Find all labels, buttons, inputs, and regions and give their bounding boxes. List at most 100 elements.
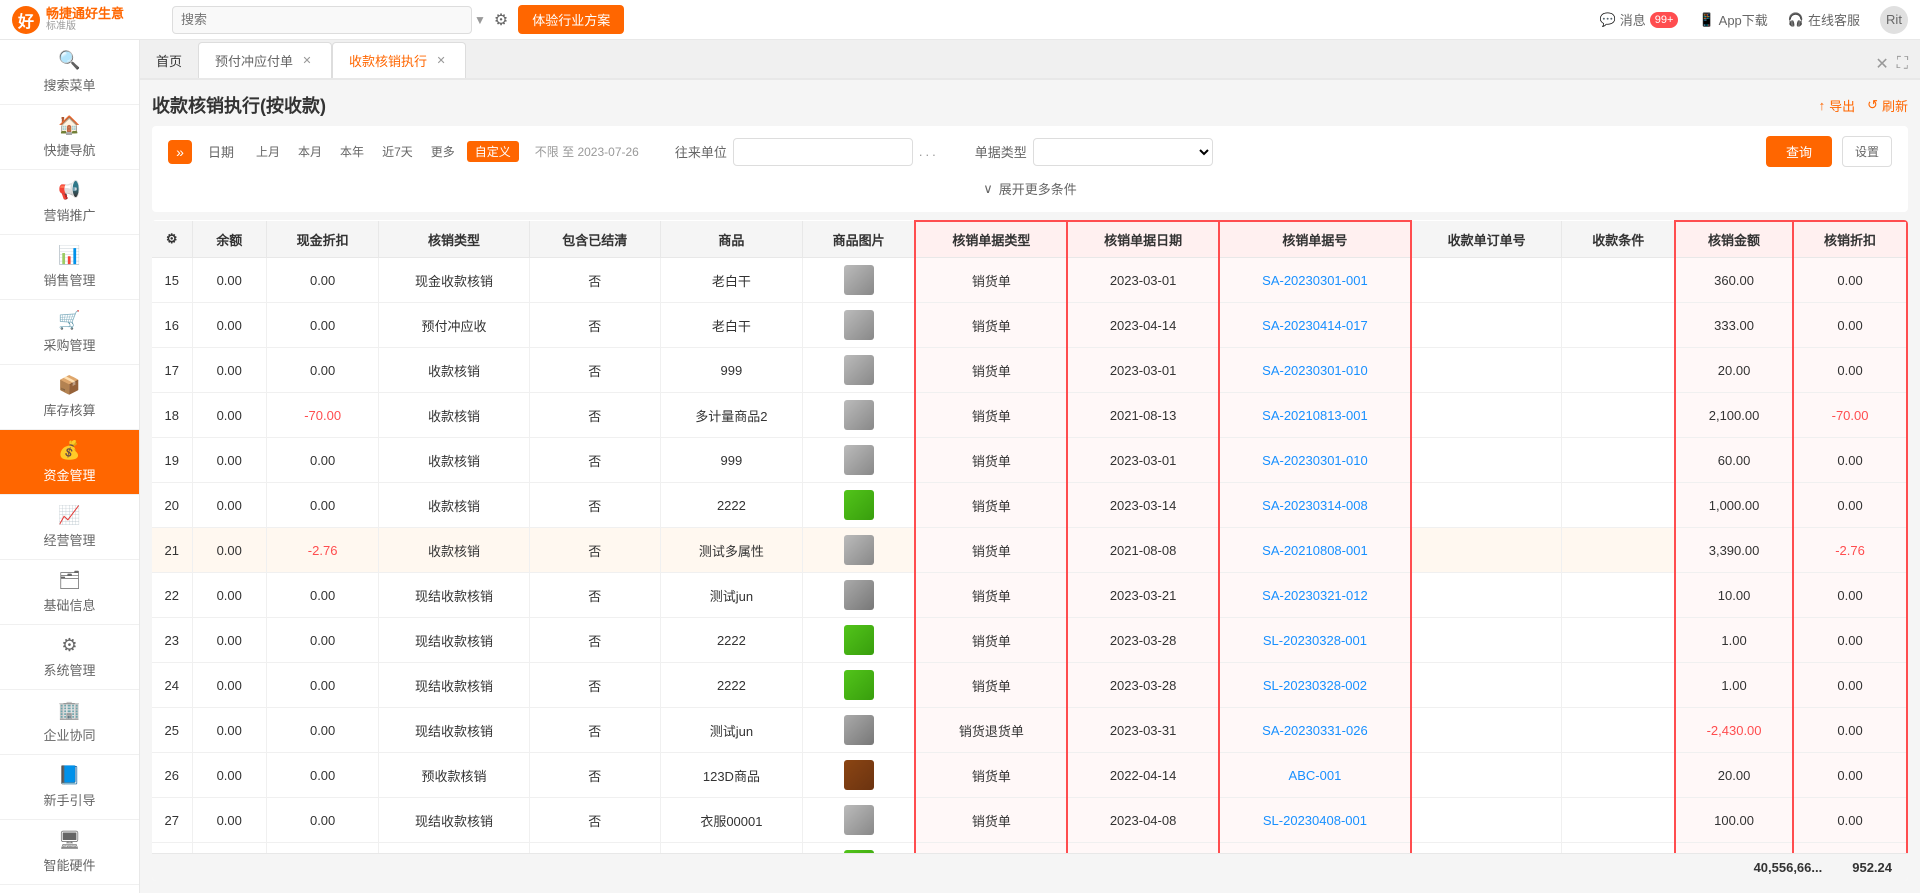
inventory-icon: 📦 bbox=[58, 375, 80, 396]
data-table: ⚙ 余额 现金折扣 核销类型 包含已结清 商品 商品图片 核销单据类型 核销单据… bbox=[152, 220, 1908, 853]
search-dropdown-icon[interactable]: ▼ bbox=[474, 13, 486, 27]
query-button[interactable]: 查询 bbox=[1766, 136, 1832, 167]
tab-collection[interactable]: 收款核销执行 ✕ bbox=[332, 42, 466, 78]
cell-cancel-bill-no[interactable]: SA-20230414-017 bbox=[1219, 303, 1411, 348]
cancel-bill-no-link[interactable]: SL-20230328-002 bbox=[1263, 678, 1367, 693]
cell-id: 20 bbox=[152, 483, 192, 528]
expand-more-row[interactable]: ∨ 展开更多条件 bbox=[168, 175, 1892, 202]
cell-receipt-condition bbox=[1562, 708, 1675, 753]
sidebar-item-sales[interactable]: 📊 销售管理 bbox=[0, 235, 139, 300]
app-icon: 📱 bbox=[1698, 12, 1714, 28]
cell-cancel-bill-no[interactable]: SA-20230301-010 bbox=[1219, 348, 1411, 393]
date-7days-btn[interactable]: 近7天 bbox=[376, 141, 419, 162]
cell-id: 15 bbox=[152, 258, 192, 303]
cell-cancel-type: 收款核销 bbox=[379, 348, 529, 393]
cell-balance: 0.00 bbox=[192, 348, 266, 393]
cell-include-cleared: 否 bbox=[529, 528, 660, 573]
cancel-bill-no-link[interactable]: SL-20230408-001 bbox=[1263, 813, 1367, 828]
cell-cancel-discount: 0.00 bbox=[1793, 348, 1907, 393]
cancel-bill-no-link[interactable]: SL-20230328-001 bbox=[1263, 633, 1367, 648]
tab-home[interactable]: 首页 bbox=[140, 42, 198, 78]
date-last-month-btn[interactable]: 上月 bbox=[250, 141, 286, 162]
sidebar-item-purchase[interactable]: 🛒 采购管理 bbox=[0, 300, 139, 365]
sidebar-item-ops[interactable]: 📈 经营管理 bbox=[0, 495, 139, 560]
user-avatar[interactable]: Rit bbox=[1880, 6, 1908, 34]
receipt-type-select[interactable] bbox=[1033, 138, 1213, 166]
cell-cancel-bill-no[interactable]: SA-20210808-001 bbox=[1219, 528, 1411, 573]
from-unit-input[interactable] bbox=[733, 138, 913, 166]
tab-maximize-action[interactable]: ⛶ bbox=[1897, 55, 1908, 73]
cancel-bill-no-link[interactable]: SA-20230314-008 bbox=[1262, 498, 1368, 513]
cell-cancel-bill-no[interactable]: SA-20230301-001 bbox=[1219, 258, 1411, 303]
cell-cancel-bill-date: 2023-04-08 bbox=[1067, 798, 1219, 843]
export-button[interactable]: ↑ 导出 bbox=[1819, 96, 1856, 115]
cancel-bill-no-link[interactable]: SA-20230414-017 bbox=[1262, 318, 1368, 333]
cell-receipt-condition bbox=[1562, 573, 1675, 618]
sidebar-item-corp[interactable]: 🏢 企业协同 bbox=[0, 690, 139, 755]
date-this-month-btn[interactable]: 本月 bbox=[292, 141, 328, 162]
settings-icon[interactable]: ⚙ bbox=[494, 10, 508, 30]
sidebar-item-hardware[interactable]: 🖥 智能硬件 bbox=[0, 820, 139, 885]
cancel-bill-no-link[interactable]: ABC-001 bbox=[1289, 768, 1342, 783]
cell-cancel-bill-no[interactable]: SA-20230321-012 bbox=[1219, 573, 1411, 618]
search-input[interactable] bbox=[172, 6, 472, 34]
cell-cancel-bill-no[interactable]: SL-20230328-002 bbox=[1219, 663, 1411, 708]
cell-cancel-bill-no[interactable]: SA-20210813-001 bbox=[1219, 393, 1411, 438]
cell-receipt-order-no bbox=[1411, 753, 1562, 798]
date-custom-btn[interactable]: 自定义 bbox=[467, 141, 519, 162]
cell-cancel-bill-no[interactable]: SA-20230314-008 bbox=[1219, 483, 1411, 528]
filter-expand-button[interactable]: » bbox=[168, 140, 192, 164]
cell-product-image bbox=[802, 663, 915, 708]
date-more-btn[interactable]: 更多 bbox=[425, 141, 461, 162]
sidebar-item-inventory[interactable]: 📦 库存核算 bbox=[0, 365, 139, 430]
cancel-bill-no-link[interactable]: SA-20210813-001 bbox=[1262, 408, 1368, 423]
cell-cash-discount: 0.00 bbox=[266, 573, 378, 618]
sidebar-item-wechat[interactable]: 💬 企业微信 bbox=[0, 885, 139, 893]
sidebar-item-newbie[interactable]: 📘 新手引导 bbox=[0, 755, 139, 820]
sidebar-item-marketing[interactable]: 📢 营销推广 bbox=[0, 170, 139, 235]
cancel-bill-no-link[interactable]: SA-20230301-010 bbox=[1262, 453, 1368, 468]
cell-cancel-bill-no[interactable]: ABC-001 bbox=[1219, 753, 1411, 798]
col-settings[interactable]: ⚙ bbox=[152, 221, 192, 258]
message-item[interactable]: 💬 消息 99+ bbox=[1600, 10, 1679, 29]
table-wrapper[interactable]: ⚙ 余额 现金折扣 核销类型 包含已结清 商品 商品图片 核销单据类型 核销单据… bbox=[152, 220, 1908, 853]
cell-id: 24 bbox=[152, 663, 192, 708]
app-download-item[interactable]: 📱 App下载 bbox=[1698, 10, 1767, 29]
sidebar-item-finance[interactable]: 💰 资金管理 bbox=[0, 430, 139, 495]
cell-cancel-type: 收款核销 bbox=[379, 483, 529, 528]
cell-product-image bbox=[802, 573, 915, 618]
sidebar-label-system: 系统管理 bbox=[43, 660, 95, 679]
cell-id: 19 bbox=[152, 438, 192, 483]
ops-icon: 📈 bbox=[58, 505, 80, 526]
cancel-bill-no-link[interactable]: SA-20230301-010 bbox=[1262, 363, 1368, 378]
base-icon: 🗂 bbox=[58, 570, 81, 591]
cell-cancel-amount: -2,430.00 bbox=[1675, 708, 1793, 753]
sidebar-item-base[interactable]: 🗂 基础信息 bbox=[0, 560, 139, 625]
tab-collection-close[interactable]: ✕ bbox=[433, 53, 449, 69]
tab-prepay[interactable]: 预付冲应付单 ✕ bbox=[198, 42, 332, 78]
message-badge: 99+ bbox=[1650, 12, 1679, 28]
cell-cancel-bill-no[interactable]: SL-20230418-001 bbox=[1219, 843, 1411, 854]
sidebar-item-quicknav[interactable]: 🏠 快捷导航 bbox=[0, 105, 139, 170]
cancel-bill-no-link[interactable]: SA-20210808-001 bbox=[1262, 543, 1368, 558]
cell-cancel-bill-no[interactable]: SA-20230331-026 bbox=[1219, 708, 1411, 753]
cancel-bill-no-link[interactable]: SA-20230321-012 bbox=[1262, 588, 1368, 603]
refresh-button[interactable]: ↺ 刷新 bbox=[1867, 96, 1908, 115]
cell-cash-discount: 0.00 bbox=[266, 663, 378, 708]
sidebar-item-system[interactable]: ⚙ 系统管理 bbox=[0, 625, 139, 690]
cell-cancel-bill-no[interactable]: SL-20230328-001 bbox=[1219, 618, 1411, 663]
tab-close-action[interactable]: ✕ bbox=[1875, 54, 1888, 74]
filter-settings-button[interactable]: 设置 bbox=[1842, 136, 1892, 167]
tab-prepay-close[interactable]: ✕ bbox=[299, 53, 315, 69]
cell-cancel-bill-no[interactable]: SA-20230301-010 bbox=[1219, 438, 1411, 483]
cell-cancel-type: 收款核销 bbox=[379, 528, 529, 573]
online-service-item[interactable]: 🎧 在线客服 bbox=[1788, 10, 1860, 29]
cancel-bill-no-link[interactable]: SA-20230301-001 bbox=[1262, 273, 1368, 288]
cancel-bill-no-link[interactable]: SA-20230331-026 bbox=[1262, 723, 1368, 738]
date-this-year-btn[interactable]: 本年 bbox=[334, 141, 370, 162]
cell-cancel-discount: 0.00 bbox=[1793, 753, 1907, 798]
sidebar-item-search[interactable]: 🔍 搜索菜单 bbox=[0, 40, 139, 105]
cell-cancel-bill-no[interactable]: SL-20230408-001 bbox=[1219, 798, 1411, 843]
industry-plan-button[interactable]: 体验行业方案 bbox=[518, 5, 624, 34]
tab-home-label: 首页 bbox=[156, 51, 182, 70]
